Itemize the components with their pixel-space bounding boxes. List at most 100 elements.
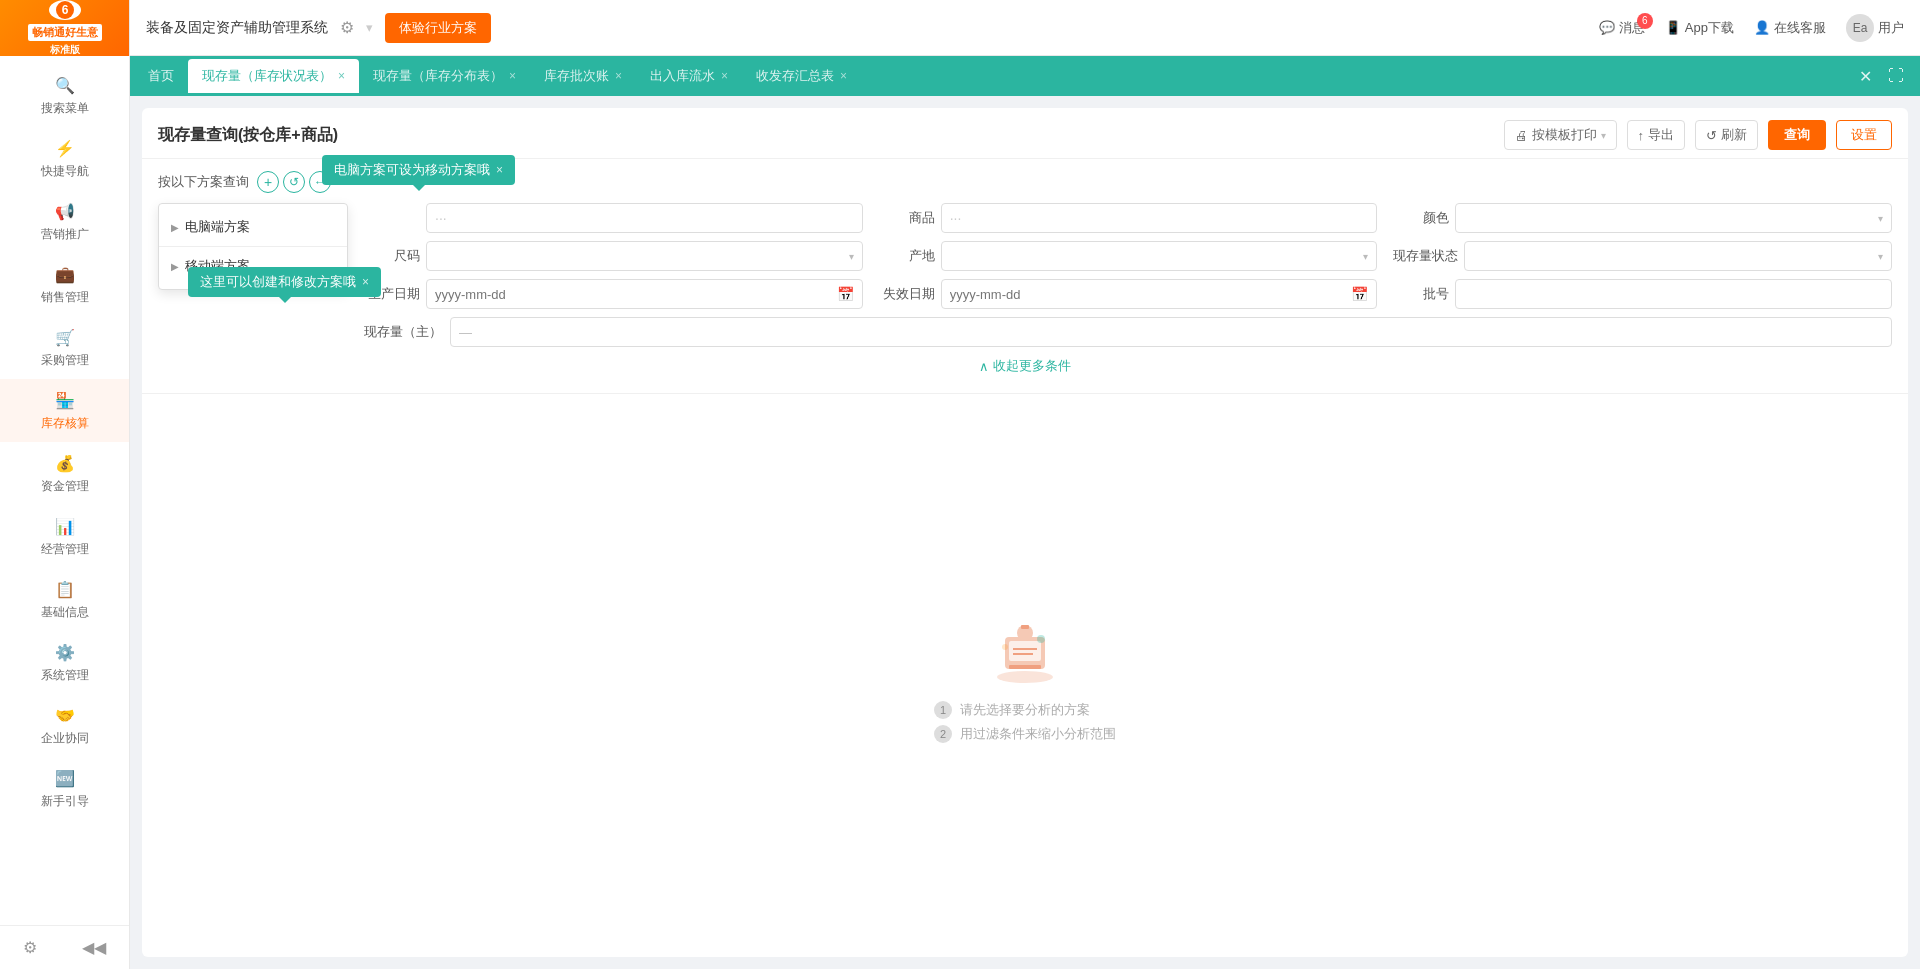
tabs-close-all-icon[interactable]: ✕ bbox=[1855, 63, 1876, 90]
sidebar-item-label: 系统管理 bbox=[41, 667, 89, 684]
stock-status-arrow-icon: ▾ bbox=[1878, 251, 1883, 262]
color-label: 颜色 bbox=[1393, 209, 1449, 227]
warehouse-dots[interactable]: ··· bbox=[435, 210, 447, 226]
export-icon: ↑ bbox=[1638, 128, 1645, 143]
sidebar-item-system[interactable]: ⚙️ 系统管理 bbox=[0, 631, 129, 694]
sidebar-item-finance[interactable]: 💰 资金管理 bbox=[0, 442, 129, 505]
sidebar-item-purchase[interactable]: 🛒 采购管理 bbox=[0, 316, 129, 379]
sidebar-item-label: 企业协同 bbox=[41, 730, 89, 747]
prod-date-input[interactable] bbox=[435, 287, 833, 302]
tab-batch-ledger-label: 库存批次账 bbox=[544, 67, 609, 85]
prod-date-input-wrap: 📅 bbox=[426, 279, 863, 309]
sidebar-item-management[interactable]: 📊 经营管理 bbox=[0, 505, 129, 568]
filter-warehouse: ··· bbox=[364, 203, 863, 233]
export-label: 导出 bbox=[1648, 126, 1674, 144]
tab-inventory-dist[interactable]: 现存量（库存分布表） × bbox=[359, 59, 530, 93]
color-control[interactable]: ▾ bbox=[1455, 203, 1892, 233]
size-control[interactable]: ▾ bbox=[426, 241, 863, 271]
gear-icon[interactable]: ⚙ bbox=[340, 18, 354, 37]
svg-point-11 bbox=[1002, 644, 1008, 650]
add-scheme-btn[interactable]: + bbox=[257, 171, 279, 193]
message-item[interactable]: 💬 消息 6 bbox=[1599, 19, 1645, 37]
tab-close-inout-flow[interactable]: × bbox=[721, 69, 728, 83]
online-service-item[interactable]: 👤 在线客服 bbox=[1754, 19, 1826, 37]
experience-btn[interactable]: 体验行业方案 bbox=[385, 13, 491, 43]
app-download-item[interactable]: 📱 App下载 bbox=[1665, 19, 1734, 37]
sidebar-item-enterprise[interactable]: 🤝 企业协同 bbox=[0, 694, 129, 757]
guide-icon: 🆕 bbox=[54, 767, 76, 789]
empty-state: 1 请先选择要分析的方案 2 用过滤条件来缩小分析范围 bbox=[142, 394, 1908, 957]
sidebar-item-label: 库存核算 bbox=[41, 415, 89, 432]
sidebar-item-guide[interactable]: 🆕 新手引导 bbox=[0, 757, 129, 820]
goods-control[interactable]: ··· bbox=[941, 203, 1378, 233]
expiry-date-cal-icon[interactable]: 📅 bbox=[1351, 286, 1368, 302]
query-btn[interactable]: 查询 bbox=[1768, 120, 1826, 150]
tabs-fullscreen-icon[interactable]: ⛶ bbox=[1884, 63, 1908, 89]
sidebar-item-sales[interactable]: 💼 销售管理 bbox=[0, 253, 129, 316]
sidebar-item-basic[interactable]: 📋 基础信息 bbox=[0, 568, 129, 631]
collapse-label: 收起更多条件 bbox=[993, 357, 1071, 375]
settings-icon[interactable]: ⚙ bbox=[23, 938, 37, 957]
management-icon: 📊 bbox=[54, 515, 76, 537]
tab-close-batch-ledger[interactable]: × bbox=[615, 69, 622, 83]
scheme-pc-item[interactable]: ▶ 电脑端方案 bbox=[159, 212, 347, 242]
origin-control[interactable]: ▾ bbox=[941, 241, 1378, 271]
collapse-up-icon: ∧ bbox=[979, 359, 989, 374]
expiry-date-input[interactable] bbox=[950, 287, 1348, 302]
sidebar-item-search[interactable]: 🔍 搜索菜单 bbox=[0, 64, 129, 127]
origin-arrow-icon: ▾ bbox=[1363, 251, 1368, 262]
page-content: 现存量查询(按仓库+商品) 🖨 按模板打印 ▾ ↑ 导出 ↺ 刷新 bbox=[130, 96, 1920, 969]
export-btn[interactable]: ↑ 导出 bbox=[1627, 120, 1686, 150]
enterprise-icon: 🤝 bbox=[54, 704, 76, 726]
scheme-divider bbox=[159, 246, 347, 247]
top-header: 装备及固定资产辅助管理系统 ⚙ ▾ 体验行业方案 💬 消息 6 📱 App下载 … bbox=[130, 0, 1920, 56]
sidebar-item-quicknav[interactable]: ⚡ 快捷导航 bbox=[0, 127, 129, 190]
sidebar-item-marketing[interactable]: 📢 营销推广 bbox=[0, 190, 129, 253]
message-icon: 💬 bbox=[1599, 20, 1615, 35]
sidebar-item-label: 销售管理 bbox=[41, 289, 89, 306]
warehouse-control[interactable]: ··· bbox=[426, 203, 863, 233]
user-item[interactable]: Ea 用户 bbox=[1846, 14, 1904, 42]
filter-color: 颜色 ▾ bbox=[1393, 203, 1892, 233]
collapse-btn[interactable]: ∧ 收起更多条件 bbox=[158, 351, 1892, 381]
marketing-icon: 📢 bbox=[54, 200, 76, 222]
sidebar-item-label: 资金管理 bbox=[41, 478, 89, 495]
tab-batch-ledger[interactable]: 库存批次账 × bbox=[530, 59, 636, 93]
app-download-label: App下载 bbox=[1685, 19, 1734, 37]
search-icon: 🔍 bbox=[54, 74, 76, 96]
sidebar-item-label: 快捷导航 bbox=[41, 163, 89, 180]
tab-inout-flow-label: 出入库流水 bbox=[650, 67, 715, 85]
goods-dots[interactable]: ··· bbox=[950, 210, 962, 226]
filter-actions: + ↺ ← bbox=[257, 171, 331, 193]
filter-section: 按以下方案查询 + ↺ ← 电脑方案可设为移动方案哦 × bbox=[142, 159, 1908, 394]
sidebar-item-inventory[interactable]: 🏪 库存核算 bbox=[0, 379, 129, 442]
tip-num-2: 2 bbox=[934, 725, 952, 743]
batch-no-input[interactable] bbox=[1455, 279, 1892, 309]
prod-date-cal-icon[interactable]: 📅 bbox=[837, 286, 854, 302]
filter-origin: 产地 ▾ bbox=[879, 241, 1378, 271]
stock-status-label: 现存量状态 bbox=[1393, 247, 1458, 265]
content-inner: 现存量查询(按仓库+商品) 🖨 按模板打印 ▾ ↑ 导出 ↺ 刷新 bbox=[142, 108, 1908, 957]
tab-close-receive-summary[interactable]: × bbox=[840, 69, 847, 83]
tab-close-inventory-status[interactable]: × bbox=[338, 69, 345, 83]
empty-tip-1: 1 请先选择要分析的方案 bbox=[934, 701, 1116, 719]
stock-qty-input[interactable] bbox=[450, 317, 1892, 347]
refresh-btn[interactable]: ↺ 刷新 bbox=[1695, 120, 1758, 150]
tab-close-inventory-dist[interactable]: × bbox=[509, 69, 516, 83]
set-btn[interactable]: 设置 bbox=[1836, 120, 1892, 150]
tab-receive-summary[interactable]: 收发存汇总表 × bbox=[742, 59, 861, 93]
page-title: 现存量查询(按仓库+商品) bbox=[158, 125, 338, 146]
size-label: 尺码 bbox=[364, 247, 420, 265]
stock-status-control[interactable]: ▾ bbox=[1464, 241, 1892, 271]
tab-receive-summary-label: 收发存汇总表 bbox=[756, 67, 834, 85]
tooltip-scheme-mobile-close[interactable]: × bbox=[496, 163, 503, 177]
print-btn[interactable]: 🖨 按模板打印 ▾ bbox=[1504, 120, 1617, 150]
empty-tip-2: 2 用过滤条件来缩小分析范围 bbox=[934, 725, 1116, 743]
tab-inout-flow[interactable]: 出入库流水 × bbox=[636, 59, 742, 93]
tab-home[interactable]: 首页 bbox=[134, 59, 188, 93]
tooltip-create-scheme-close[interactable]: × bbox=[362, 275, 369, 289]
refresh-scheme-btn[interactable]: ↺ bbox=[283, 171, 305, 193]
tab-inventory-status[interactable]: 现存量（库存状况表） × bbox=[188, 59, 359, 93]
inventory-icon: 🏪 bbox=[54, 389, 76, 411]
collapse-sidebar-icon[interactable]: ◀◀ bbox=[82, 938, 106, 957]
